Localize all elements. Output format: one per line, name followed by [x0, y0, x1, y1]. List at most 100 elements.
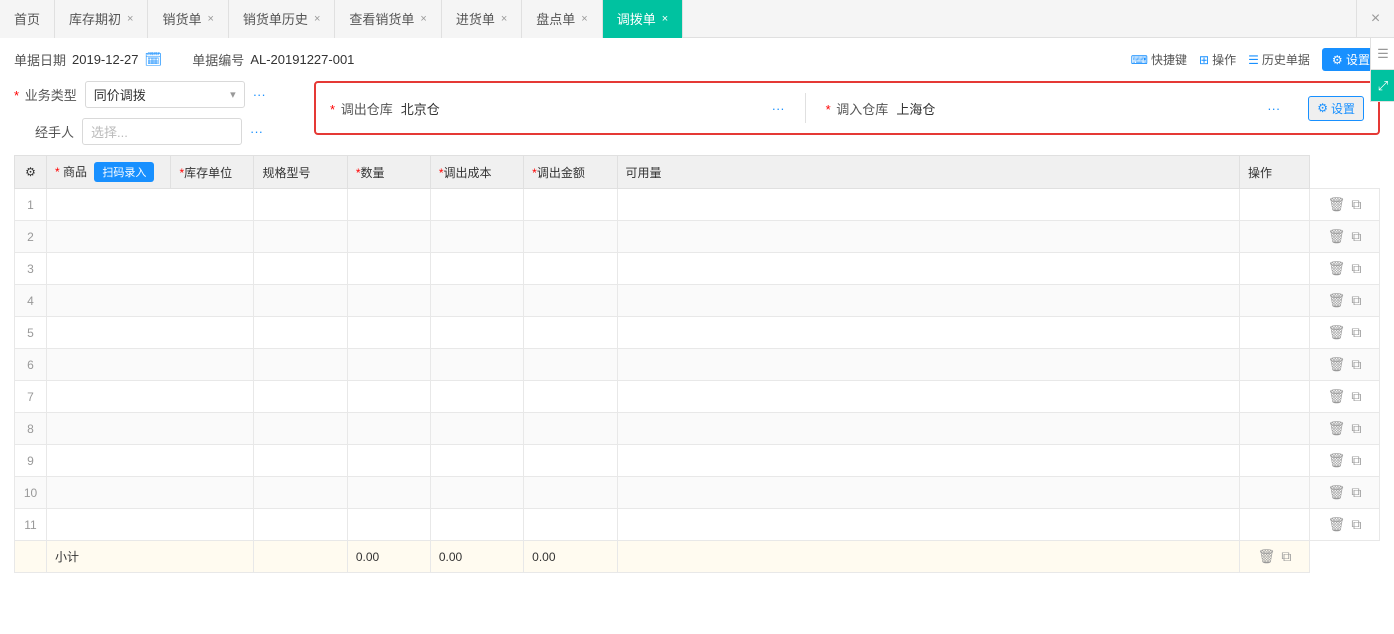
calendar-icon[interactable]: 🗓: [145, 51, 163, 68]
row-spec-9[interactable]: [347, 445, 430, 477]
row-qty-6[interactable]: [430, 349, 523, 381]
row-copy-icon-7[interactable]: ⧉: [1351, 388, 1361, 405]
row-qty-1[interactable]: [430, 189, 523, 221]
tab-sales-order[interactable]: 销货单 ×: [148, 0, 228, 38]
row-qty-2[interactable]: [430, 221, 523, 253]
row-product-11[interactable]: [47, 509, 254, 541]
row-cost-11[interactable]: [524, 509, 617, 541]
row-cost-6[interactable]: [524, 349, 617, 381]
row-product-3[interactable]: [47, 253, 254, 285]
row-cost-1[interactable]: [524, 189, 617, 221]
row-unit-10[interactable]: [254, 477, 347, 509]
row-product-2[interactable]: [47, 221, 254, 253]
row-qty-9[interactable]: [430, 445, 523, 477]
row-copy-icon-3[interactable]: ⧉: [1351, 260, 1361, 277]
row-spec-7[interactable]: [347, 381, 430, 413]
row-delete-icon-6[interactable]: 🗑: [1328, 356, 1346, 373]
tab-inventory-close[interactable]: ×: [581, 13, 587, 25]
row-qty-10[interactable]: [430, 477, 523, 509]
row-product-5[interactable]: [47, 317, 254, 349]
row-unit-4[interactable]: [254, 285, 347, 317]
tab-purchase-close[interactable]: ×: [501, 13, 507, 25]
sidebar-expand-icon[interactable]: ⤢: [1371, 70, 1394, 102]
row-unit-1[interactable]: [254, 189, 347, 221]
tab-sales-history[interactable]: 销货单历史 ×: [229, 0, 335, 38]
row-spec-8[interactable]: [347, 413, 430, 445]
scan-button[interactable]: 扫码录入: [94, 162, 154, 182]
subtotal-copy-icon[interactable]: ⧉: [1281, 548, 1291, 565]
row-product-8[interactable]: [47, 413, 254, 445]
row-unit-9[interactable]: [254, 445, 347, 477]
warehouse-in-ellipsis[interactable]: ···: [1267, 101, 1280, 116]
warehouse-out-ellipsis[interactable]: ···: [772, 101, 785, 116]
business-type-ellipsis[interactable]: ···: [253, 87, 266, 102]
handler-ellipsis[interactable]: ···: [250, 124, 263, 139]
row-delete-icon-11[interactable]: 🗑: [1328, 516, 1346, 533]
warehouse-settings-button[interactable]: ⚙ 设置: [1308, 96, 1364, 121]
row-amount-11[interactable]: [617, 509, 1239, 541]
row-amount-3[interactable]: [617, 253, 1239, 285]
tab-inventory-init[interactable]: 库存期初 ×: [55, 0, 148, 38]
row-qty-4[interactable]: [430, 285, 523, 317]
row-spec-11[interactable]: [347, 509, 430, 541]
row-product-9[interactable]: [47, 445, 254, 477]
row-product-1[interactable]: [47, 189, 254, 221]
row-copy-icon-8[interactable]: ⧉: [1351, 420, 1361, 437]
row-cost-5[interactable]: [524, 317, 617, 349]
tab-sales-order-close[interactable]: ×: [207, 13, 213, 25]
row-amount-2[interactable]: [617, 221, 1239, 253]
row-copy-icon-1[interactable]: ⧉: [1351, 196, 1361, 213]
row-product-6[interactable]: [47, 349, 254, 381]
row-unit-2[interactable]: [254, 221, 347, 253]
tab-view-sales-close[interactable]: ×: [420, 13, 426, 25]
row-qty-5[interactable]: [430, 317, 523, 349]
row-amount-4[interactable]: [617, 285, 1239, 317]
row-amount-5[interactable]: [617, 317, 1239, 349]
row-delete-icon-7[interactable]: 🗑: [1328, 388, 1346, 405]
row-spec-6[interactable]: [347, 349, 430, 381]
row-qty-3[interactable]: [430, 253, 523, 285]
row-product-4[interactable]: [47, 285, 254, 317]
row-qty-7[interactable]: [430, 381, 523, 413]
row-spec-3[interactable]: [347, 253, 430, 285]
tab-transfer[interactable]: 调拨单 ×: [603, 0, 683, 38]
row-amount-1[interactable]: [617, 189, 1239, 221]
row-unit-8[interactable]: [254, 413, 347, 445]
row-spec-5[interactable]: [347, 317, 430, 349]
tab-sales-history-close[interactable]: ×: [314, 13, 320, 25]
col-gear[interactable]: ⚙: [15, 156, 47, 189]
handler-select[interactable]: 选择...: [82, 118, 242, 145]
row-spec-2[interactable]: [347, 221, 430, 253]
row-qty-11[interactable]: [430, 509, 523, 541]
tab-view-sales[interactable]: 查看销货单 ×: [335, 0, 441, 38]
tab-purchase[interactable]: 进货单 ×: [442, 0, 522, 38]
row-copy-icon-6[interactable]: ⧉: [1351, 356, 1361, 373]
row-spec-4[interactable]: [347, 285, 430, 317]
row-delete-icon-5[interactable]: 🗑: [1328, 324, 1346, 341]
row-product-7[interactable]: [47, 381, 254, 413]
row-spec-1[interactable]: [347, 189, 430, 221]
row-qty-8[interactable]: [430, 413, 523, 445]
row-delete-icon-2[interactable]: 🗑: [1328, 228, 1346, 245]
row-spec-10[interactable]: [347, 477, 430, 509]
row-amount-10[interactable]: [617, 477, 1239, 509]
row-cost-4[interactable]: [524, 285, 617, 317]
window-close-button[interactable]: ×: [1356, 0, 1394, 38]
row-amount-9[interactable]: [617, 445, 1239, 477]
row-copy-icon-10[interactable]: ⧉: [1351, 484, 1361, 501]
row-cost-3[interactable]: [524, 253, 617, 285]
operate-link[interactable]: ⊞ 操作: [1199, 51, 1236, 68]
row-amount-6[interactable]: [617, 349, 1239, 381]
history-link[interactable]: ☰ 历史单据: [1248, 51, 1310, 68]
row-amount-7[interactable]: [617, 381, 1239, 413]
row-copy-icon-4[interactable]: ⧉: [1351, 292, 1361, 309]
shortcut-link[interactable]: ⌨ 快捷键: [1131, 51, 1187, 68]
subtotal-delete-icon[interactable]: 🗑: [1258, 548, 1276, 565]
row-cost-2[interactable]: [524, 221, 617, 253]
row-cost-7[interactable]: [524, 381, 617, 413]
row-copy-icon-9[interactable]: ⧉: [1351, 452, 1361, 469]
row-delete-icon-4[interactable]: 🗑: [1328, 292, 1346, 309]
row-amount-8[interactable]: [617, 413, 1239, 445]
tab-home[interactable]: 首页: [0, 0, 55, 38]
row-copy-icon-5[interactable]: ⧉: [1351, 324, 1361, 341]
